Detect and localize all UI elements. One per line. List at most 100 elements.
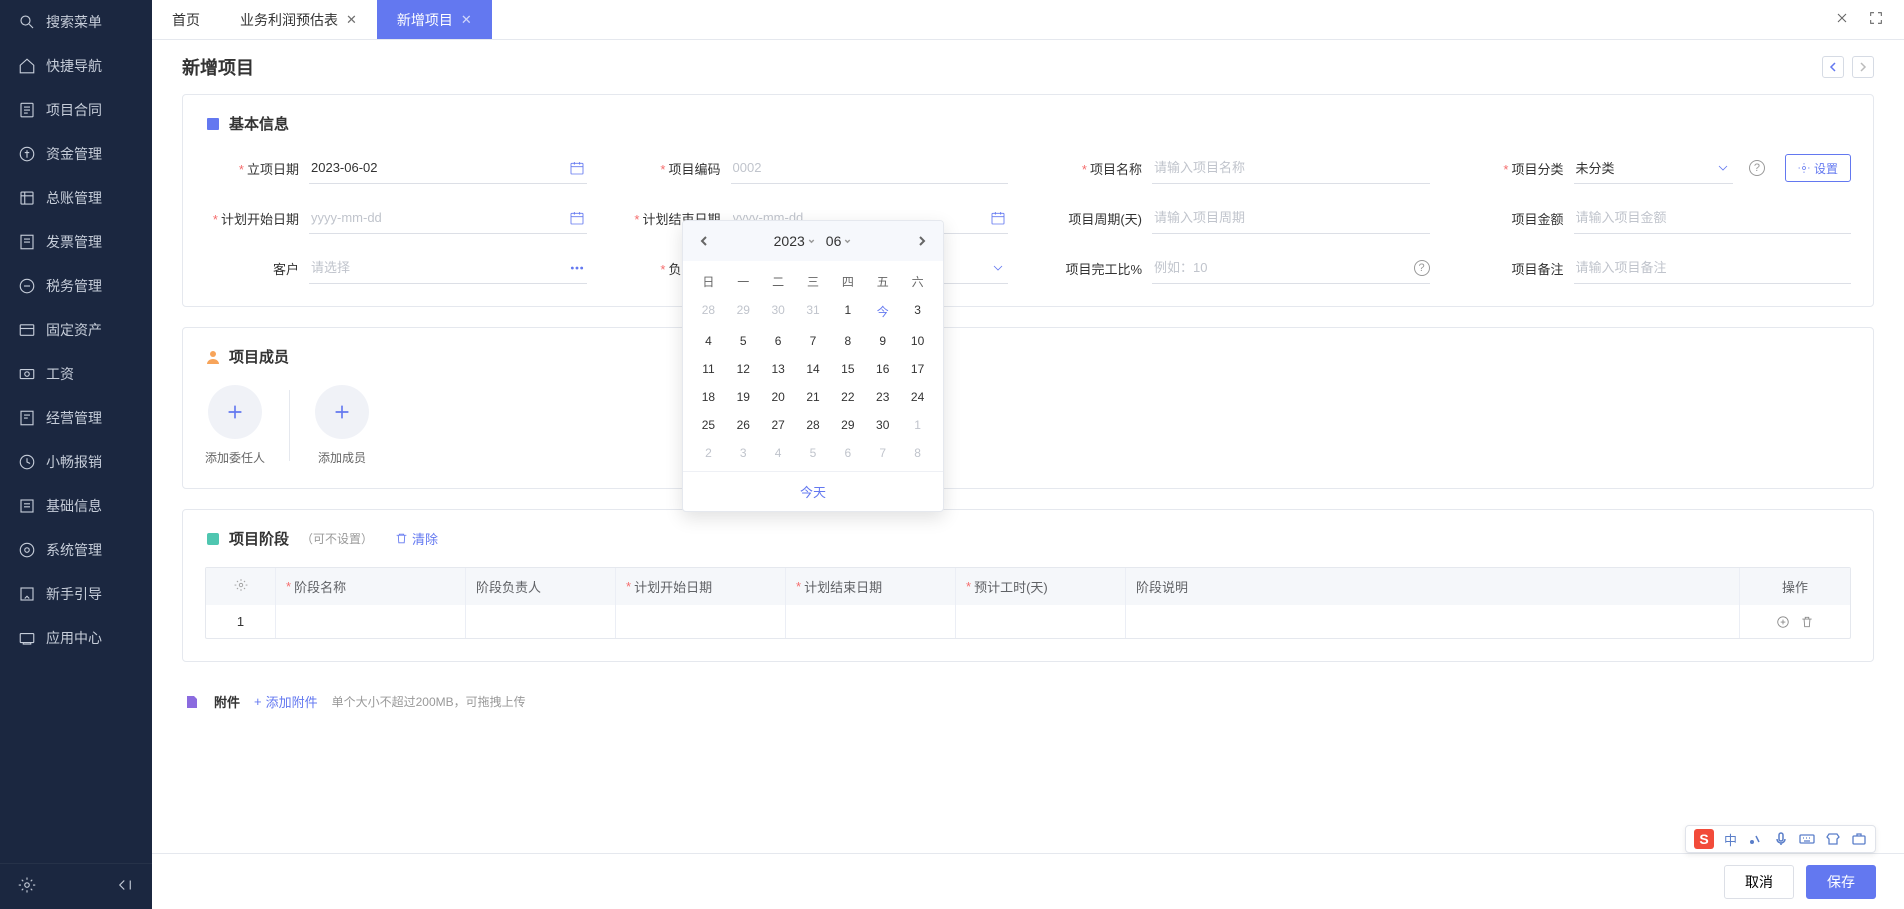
approval-date-input[interactable] xyxy=(311,160,585,175)
project-name-input[interactable] xyxy=(1154,160,1428,175)
project-category-select[interactable] xyxy=(1576,160,1731,175)
add-attachment-button[interactable]: + 添加附件 xyxy=(254,692,318,711)
day-cell[interactable]: 15 xyxy=(830,355,865,383)
day-cell[interactable]: 16 xyxy=(865,355,900,383)
sidebar-item-basicinfo[interactable]: 基础信息 xyxy=(0,484,152,528)
day-cell[interactable]: 30 xyxy=(865,411,900,439)
day-cell[interactable]: 17 xyxy=(900,355,935,383)
day-cell[interactable]: 5 xyxy=(726,327,761,355)
day-cell[interactable]: 24 xyxy=(900,383,935,411)
day-cell[interactable]: 28 xyxy=(691,296,726,327)
day-cell[interactable]: 14 xyxy=(796,355,831,383)
sidebar-item-quicknav[interactable]: 快捷导航 xyxy=(0,44,152,88)
day-cell[interactable]: 12 xyxy=(726,355,761,383)
sidebar-item-tax[interactable]: 税务管理 xyxy=(0,264,152,308)
help-icon[interactable]: ? xyxy=(1414,260,1430,276)
cell-stage-desc[interactable] xyxy=(1126,605,1740,638)
fullscreen-icon[interactable] xyxy=(1868,10,1884,29)
ime-toolbar[interactable]: S 中 xyxy=(1685,825,1876,853)
day-cell[interactable]: 7 xyxy=(865,439,900,467)
tab-new-project[interactable]: 新增项目✕ xyxy=(377,0,492,39)
sidebar-item-invoice[interactable]: 发票管理 xyxy=(0,220,152,264)
amount-input[interactable] xyxy=(1576,210,1850,225)
calendar-icon[interactable] xyxy=(569,160,585,176)
day-cell[interactable]: 6 xyxy=(830,439,865,467)
day-cell[interactable]: 29 xyxy=(726,296,761,327)
sidebar-item-salary[interactable]: 工资 xyxy=(0,352,152,396)
delete-row-icon[interactable] xyxy=(1800,615,1814,629)
day-cell[interactable]: 23 xyxy=(865,383,900,411)
next-month-button[interactable] xyxy=(911,230,933,252)
day-cell[interactable]: 27 xyxy=(761,411,796,439)
cell-est-hours[interactable] xyxy=(956,605,1126,638)
day-cell[interactable]: 29 xyxy=(830,411,865,439)
remark-input[interactable] xyxy=(1576,260,1850,275)
column-config[interactable] xyxy=(206,568,276,605)
day-cell[interactable]: 3 xyxy=(726,439,761,467)
cell-stage-owner[interactable] xyxy=(466,605,616,638)
year-selector[interactable]: 2023 xyxy=(774,233,816,249)
plan-start-input[interactable] xyxy=(311,210,585,225)
add-member-button[interactable] xyxy=(315,385,369,439)
sidebar-item-system[interactable]: 系统管理 xyxy=(0,528,152,572)
sidebar-item-funds[interactable]: 资金管理 xyxy=(0,132,152,176)
day-cell[interactable]: 28 xyxy=(796,411,831,439)
close-icon[interactable]: ✕ xyxy=(346,12,357,28)
help-icon[interactable]: ? xyxy=(1749,160,1765,176)
cell-plan-start[interactable] xyxy=(616,605,786,638)
add-principal-button[interactable] xyxy=(208,385,262,439)
calendar-icon[interactable] xyxy=(569,210,585,226)
cell-stage-name[interactable] xyxy=(276,605,466,638)
day-cell[interactable]: 1 xyxy=(830,296,865,327)
close-icon[interactable]: ✕ xyxy=(461,12,472,28)
sidebar-item-guide[interactable]: 新手引导 xyxy=(0,572,152,616)
close-panel-icon[interactable] xyxy=(1834,10,1850,29)
clear-stages-button[interactable]: 清除 xyxy=(395,529,438,548)
day-cell[interactable]: 3 xyxy=(900,296,935,327)
sidebar-item-expense[interactable]: 小畅报销 xyxy=(0,440,152,484)
customer-select[interactable] xyxy=(311,260,585,275)
day-cell[interactable]: 8 xyxy=(830,327,865,355)
cancel-button[interactable]: 取消 xyxy=(1724,865,1794,899)
sidebar-item-search[interactable]: 搜索菜单 xyxy=(0,0,152,44)
day-cell[interactable]: 21 xyxy=(796,383,831,411)
duration-input[interactable] xyxy=(1154,210,1428,225)
more-icon[interactable] xyxy=(569,260,585,276)
tab-home[interactable]: 首页 xyxy=(152,0,220,39)
day-cell[interactable]: 8 xyxy=(900,439,935,467)
day-cell[interactable]: 10 xyxy=(900,327,935,355)
day-cell[interactable]: 20 xyxy=(761,383,796,411)
cell-plan-end[interactable] xyxy=(786,605,956,638)
month-selector[interactable]: 06 xyxy=(826,233,853,249)
day-cell[interactable]: 6 xyxy=(761,327,796,355)
day-cell[interactable]: 31 xyxy=(796,296,831,327)
day-cell[interactable]: 7 xyxy=(796,327,831,355)
day-cell[interactable]: 4 xyxy=(691,327,726,355)
prev-button[interactable] xyxy=(1822,56,1844,78)
day-cell[interactable]: 2 xyxy=(691,439,726,467)
save-button[interactable]: 保存 xyxy=(1806,865,1876,899)
day-cell[interactable]: 5 xyxy=(796,439,831,467)
sidebar-item-assets[interactable]: 固定资产 xyxy=(0,308,152,352)
day-cell[interactable]: 30 xyxy=(761,296,796,327)
sidebar-item-ledger[interactable]: 总账管理 xyxy=(0,176,152,220)
ime-voice-icon[interactable] xyxy=(1773,831,1789,847)
day-cell[interactable]: 22 xyxy=(830,383,865,411)
sidebar-item-operation[interactable]: 经营管理 xyxy=(0,396,152,440)
prev-month-button[interactable] xyxy=(693,230,715,252)
ime-keyboard-icon[interactable] xyxy=(1799,831,1815,847)
settings-icon[interactable] xyxy=(18,876,36,897)
add-row-icon[interactable] xyxy=(1776,615,1790,629)
today-button[interactable]: 今天 xyxy=(683,471,943,511)
day-cell[interactable]: 11 xyxy=(691,355,726,383)
ime-toolbox-icon[interactable] xyxy=(1851,831,1867,847)
next-button[interactable] xyxy=(1852,56,1874,78)
ime-lang[interactable]: 中 xyxy=(1724,830,1737,849)
day-cell[interactable]: 4 xyxy=(761,439,796,467)
chevron-down-icon[interactable] xyxy=(1715,160,1731,176)
project-code-input[interactable] xyxy=(733,160,1007,175)
day-cell[interactable]: 26 xyxy=(726,411,761,439)
day-cell[interactable]: 18 xyxy=(691,383,726,411)
day-cell[interactable]: 25 xyxy=(691,411,726,439)
category-config-button[interactable]: 设置 xyxy=(1785,154,1851,182)
